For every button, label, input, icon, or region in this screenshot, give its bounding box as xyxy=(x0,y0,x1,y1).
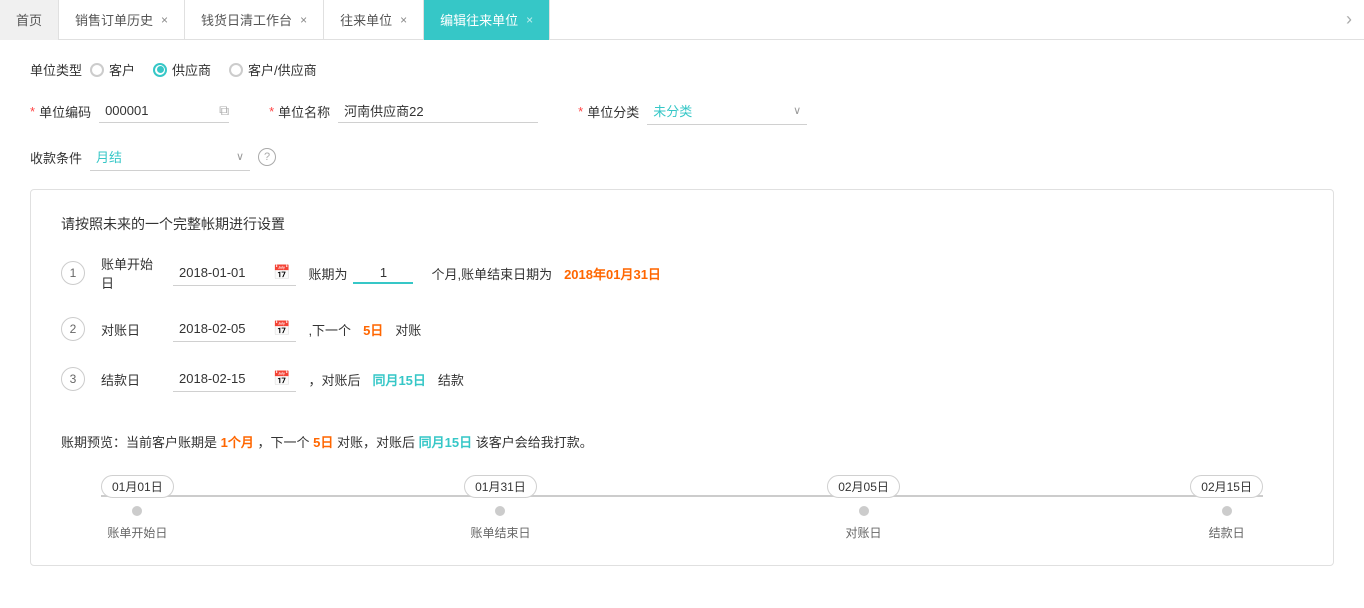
preview-mid2: 对账，对账后 xyxy=(337,435,415,450)
timeline-item-0: 01月01日 账单开始日 xyxy=(101,475,174,541)
unit-details-row: * 单位编码 ⧉ * 单位名称 * 单位分类 未分类 ∨ xyxy=(30,97,1334,125)
unit-code-copy-icon[interactable]: ⧉ xyxy=(219,102,229,119)
timeline-badge-1: 01月31日 xyxy=(464,475,537,498)
radio-customer[interactable]: 客户 xyxy=(90,60,135,79)
preview-text: 账期预览：当前客户账期是 1个月 ，下一个 5日 对账，对账后 同月15日 该客… xyxy=(61,432,1303,451)
radio-both-circle xyxy=(229,63,243,77)
period-label: 账期为 xyxy=(308,264,347,283)
radio-both[interactable]: 客户/供应商 xyxy=(229,60,317,79)
start-date-field: 2018-01-01 📅 xyxy=(173,260,296,286)
timeline-label-0: 账单开始日 xyxy=(107,524,167,541)
payment-terms-label: 收款条件 xyxy=(30,148,82,167)
preview-mid1: ，下一个 xyxy=(258,435,310,450)
end-date-highlight: 2018年01月31日 xyxy=(564,264,661,283)
unit-category-chevron-icon: ∨ xyxy=(793,104,801,117)
close-cash-ledger-icon[interactable]: × xyxy=(300,13,307,27)
reconcile-date-value: 2018-02-05 xyxy=(179,321,269,336)
payment-suffix: 结款 xyxy=(438,370,464,389)
unit-name-required: * xyxy=(269,104,274,119)
row-num-2: 2 xyxy=(61,317,85,341)
unit-name-label: 单位名称 xyxy=(278,102,330,121)
reconcile-date-label: 对账日 xyxy=(101,320,161,339)
panel-title: 请按照未来的一个完整帐期进行设置 xyxy=(61,214,1303,234)
unit-name-input[interactable] xyxy=(338,99,538,123)
reconcile-date-calendar-icon[interactable]: 📅 xyxy=(273,320,290,337)
unit-type-label: 单位类型 xyxy=(30,60,82,79)
timeline-item-1: 01月31日 账单结束日 xyxy=(464,475,537,541)
unit-code-input[interactable] xyxy=(99,99,219,122)
tab-bar: 首页 销售订单历史 × 钱货日清工作台 × 往来单位 × 编辑往来单位 × › xyxy=(0,0,1364,40)
unit-code-label: 单位编码 xyxy=(39,102,91,121)
start-date-value: 2018-01-01 xyxy=(179,265,269,280)
timeline-dot-1 xyxy=(495,506,505,516)
preview-part2: 5日 xyxy=(313,435,333,450)
preview-part3: 同月15日 xyxy=(419,435,472,450)
payment-date-calendar-icon[interactable]: 📅 xyxy=(273,370,290,387)
row-num-1: 1 xyxy=(61,261,85,285)
setting-row-3: 3 结款日 2018-02-15 📅 ，对账后 同月15日 结款 xyxy=(61,366,1303,392)
tab-sales-history[interactable]: 销售订单历史 × xyxy=(59,0,185,40)
tab-home[interactable]: 首页 xyxy=(0,0,59,40)
preview-section: 账期预览：当前客户账期是 1个月 ，下一个 5日 对账，对账后 同月15日 该客… xyxy=(61,416,1303,541)
payment-terms-chevron-icon: ∨ xyxy=(236,150,244,163)
radio-supplier-circle xyxy=(153,63,167,77)
payment-terms-value: 月结 xyxy=(96,147,230,166)
close-sales-history-icon[interactable]: × xyxy=(161,13,168,27)
timeline-dot-0 xyxy=(132,506,142,516)
preview-part1: 1个月 xyxy=(221,435,254,450)
payment-terms-row: 收款条件 月结 ∨ ? xyxy=(30,143,1334,171)
reconcile-date-field: 2018-02-05 📅 xyxy=(173,316,296,342)
timeline-line xyxy=(101,495,1263,497)
tab-more-button[interactable]: › xyxy=(1334,9,1364,30)
timeline-badge-0: 01月01日 xyxy=(101,475,174,498)
tab-edit-counterparty[interactable]: 编辑往来单位 × xyxy=(424,0,550,40)
timeline-item-2: 02月05日 对账日 xyxy=(827,475,900,541)
payment-date-value: 2018-02-15 xyxy=(179,371,269,386)
timeline-dot-2 xyxy=(859,506,869,516)
payment-date-label: 结款日 xyxy=(101,370,161,389)
unit-code-field: ⧉ xyxy=(99,99,229,123)
unit-category-label: 单位分类 xyxy=(587,102,639,121)
payment-date-field: 2018-02-15 📅 xyxy=(173,366,296,392)
timeline-label-2: 对账日 xyxy=(846,524,882,541)
unit-category-required: * xyxy=(578,104,583,119)
radio-customer-circle xyxy=(90,63,104,77)
unit-category-dropdown[interactable]: 未分类 ∨ xyxy=(647,97,807,125)
unit-code-required: * xyxy=(30,104,35,119)
setting-panel: 请按照未来的一个完整帐期进行设置 1 账单开始日 2018-01-01 📅 账期… xyxy=(30,189,1334,566)
reconcile-prefix: ,下一个 xyxy=(308,320,351,339)
tab-counterparty[interactable]: 往来单位 × xyxy=(324,0,424,40)
tab-cash-ledger[interactable]: 钱货日清工作台 × xyxy=(185,0,324,40)
payment-prefix: ，对账后 xyxy=(308,370,360,389)
timeline-badge-3: 02月15日 xyxy=(1190,475,1263,498)
preview-end: 该客户会给我打款。 xyxy=(476,435,593,450)
period-suffix: 个月,账单结束日期为 xyxy=(431,264,552,283)
payment-highlight: 同月15日 xyxy=(372,370,425,389)
payment-terms-dropdown[interactable]: 月结 ∨ xyxy=(90,143,250,171)
setting-row-2: 2 对账日 2018-02-05 📅 ,下一个 5日 对账 xyxy=(61,316,1303,342)
timeline: 01月01日 账单开始日 01月31日 账单结束日 02月05日 对账日 xyxy=(101,475,1263,541)
unit-type-row: 单位类型 客户 供应商 客户/供应商 xyxy=(30,60,1334,79)
preview-label: 账期预览：当前客户账期是 xyxy=(61,435,217,450)
start-date-calendar-icon[interactable]: 📅 xyxy=(273,264,290,281)
reconcile-highlight: 5日 xyxy=(363,320,383,339)
unit-type-radio-group: 客户 供应商 客户/供应商 xyxy=(90,60,317,79)
timeline-label-1: 账单结束日 xyxy=(470,524,530,541)
timeline-item-3: 02月15日 结款日 xyxy=(1190,475,1263,541)
timeline-badge-2: 02月05日 xyxy=(827,475,900,498)
close-edit-counterparty-icon[interactable]: × xyxy=(526,13,533,27)
close-counterparty-icon[interactable]: × xyxy=(400,13,407,27)
main-content: 单位类型 客户 供应商 客户/供应商 * 单位编码 ⧉ * 单位名称 * xyxy=(0,40,1364,608)
radio-supplier[interactable]: 供应商 xyxy=(153,60,211,79)
help-icon[interactable]: ? xyxy=(258,148,276,166)
timeline-container: 01月01日 账单开始日 01月31日 账单结束日 02月05日 对账日 xyxy=(61,475,1303,541)
start-date-label: 账单开始日 xyxy=(101,254,161,292)
period-input[interactable] xyxy=(353,263,413,284)
unit-category-value: 未分类 xyxy=(653,101,787,120)
timeline-label-3: 结款日 xyxy=(1209,524,1245,541)
setting-row-1: 1 账单开始日 2018-01-01 📅 账期为 个月,账单结束日期为 2018… xyxy=(61,254,1303,292)
reconcile-suffix: 对账 xyxy=(395,320,421,339)
row-num-3: 3 xyxy=(61,367,85,391)
timeline-dot-3 xyxy=(1222,506,1232,516)
